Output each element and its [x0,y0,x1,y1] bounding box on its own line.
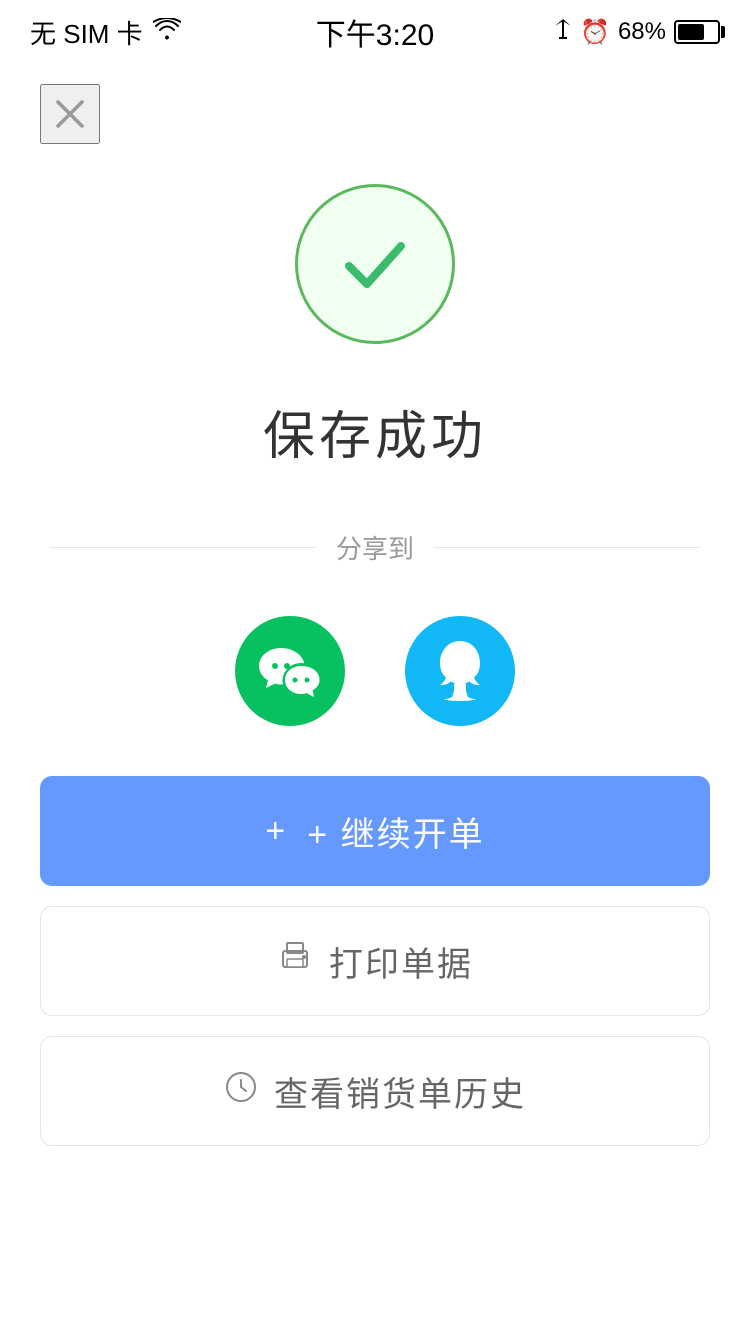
share-label: 分享到 [336,529,414,566]
action-buttons: + + 继续开单 打印单据 查看销货单历 [0,776,750,1146]
checkmark-icon [335,224,415,304]
print-label: 打印单据 [329,937,473,986]
no-sim-label: 无 SIM 卡 [30,14,143,51]
print-icon [277,941,313,982]
status-left: 无 SIM 卡 [30,14,181,51]
wifi-icon [153,18,181,47]
continue-button[interactable]: + + 继续开单 [40,776,710,886]
share-section: 分享到 [0,529,750,726]
close-button[interactable] [40,84,100,144]
battery-percent: 68% [618,18,666,46]
main-content: 保存成功 分享到 [0,64,750,1146]
divider-right [434,547,700,548]
continue-icon: + [265,812,287,851]
close-icon [52,96,88,132]
status-bar: 无 SIM 卡 下午3:20 ⏰ 68% [0,0,750,64]
history-button[interactable]: 查看销货单历史 [40,1036,710,1146]
location-icon [554,18,572,47]
alarm-icon: ⏰ [580,18,610,47]
divider-left [50,547,316,548]
share-qq-button[interactable] [405,616,515,726]
share-divider: 分享到 [50,529,700,566]
qq-icon [430,637,490,705]
history-label: 查看销货单历史 [274,1067,526,1116]
status-time: 下午3:20 [316,10,434,54]
success-title: 保存成功 [263,394,487,469]
status-right: ⏰ 68% [554,18,720,47]
share-icons [50,616,700,726]
print-button[interactable]: 打印单据 [40,906,710,1016]
battery-icon [674,20,720,44]
wechat-icon [257,644,323,698]
continue-label: + 继续开单 [307,807,484,856]
share-wechat-button[interactable] [235,616,345,726]
history-icon [224,1070,258,1113]
success-circle [295,184,455,344]
